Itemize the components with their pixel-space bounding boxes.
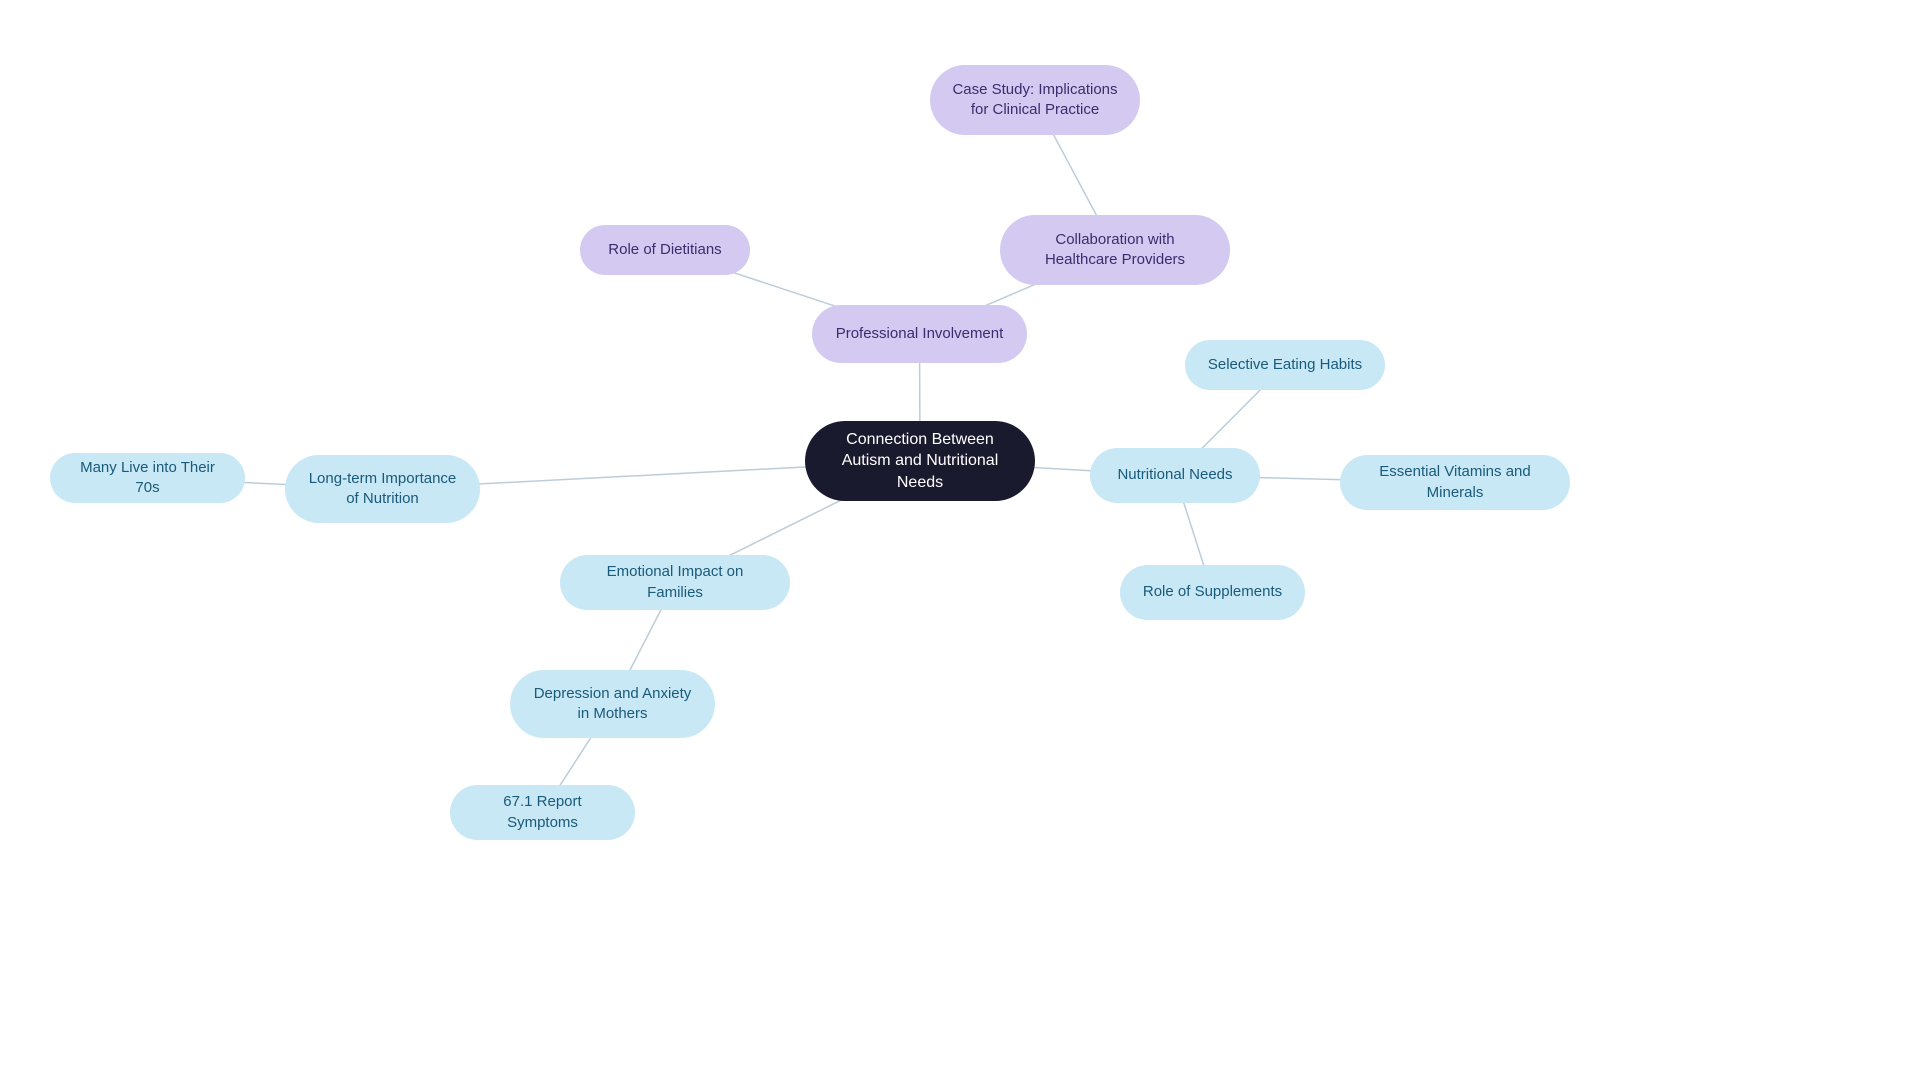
collaboration-healthcare-node[interactable]: Collaboration with Healthcare Providers (1000, 215, 1230, 285)
role-supplements-node[interactable]: Role of Supplements (1120, 565, 1305, 620)
depression-anxiety-node[interactable]: Depression and Anxiety in Mothers (510, 670, 715, 738)
center-node[interactable]: Connection Between Autism and Nutritiona… (805, 421, 1035, 501)
longterm-nutrition-node[interactable]: Long-term Importance of Nutrition (285, 455, 480, 523)
many-live-node[interactable]: Many Live into Their 70s (50, 453, 245, 503)
role-of-dietitians-node[interactable]: Role of Dietitians (580, 225, 750, 275)
report-symptoms-node[interactable]: 67.1 Report Symptoms (450, 785, 635, 840)
essential-vitamins-node[interactable]: Essential Vitamins and Minerals (1340, 455, 1570, 510)
mindmap-canvas (0, 0, 1920, 1083)
selective-eating-node[interactable]: Selective Eating Habits (1185, 340, 1385, 390)
professional-involvement-node[interactable]: Professional Involvement (812, 305, 1027, 363)
nutritional-needs-node[interactable]: Nutritional Needs (1090, 448, 1260, 503)
emotional-impact-node[interactable]: Emotional Impact on Families (560, 555, 790, 610)
case-study-node[interactable]: Case Study: Implications for Clinical Pr… (930, 65, 1140, 135)
